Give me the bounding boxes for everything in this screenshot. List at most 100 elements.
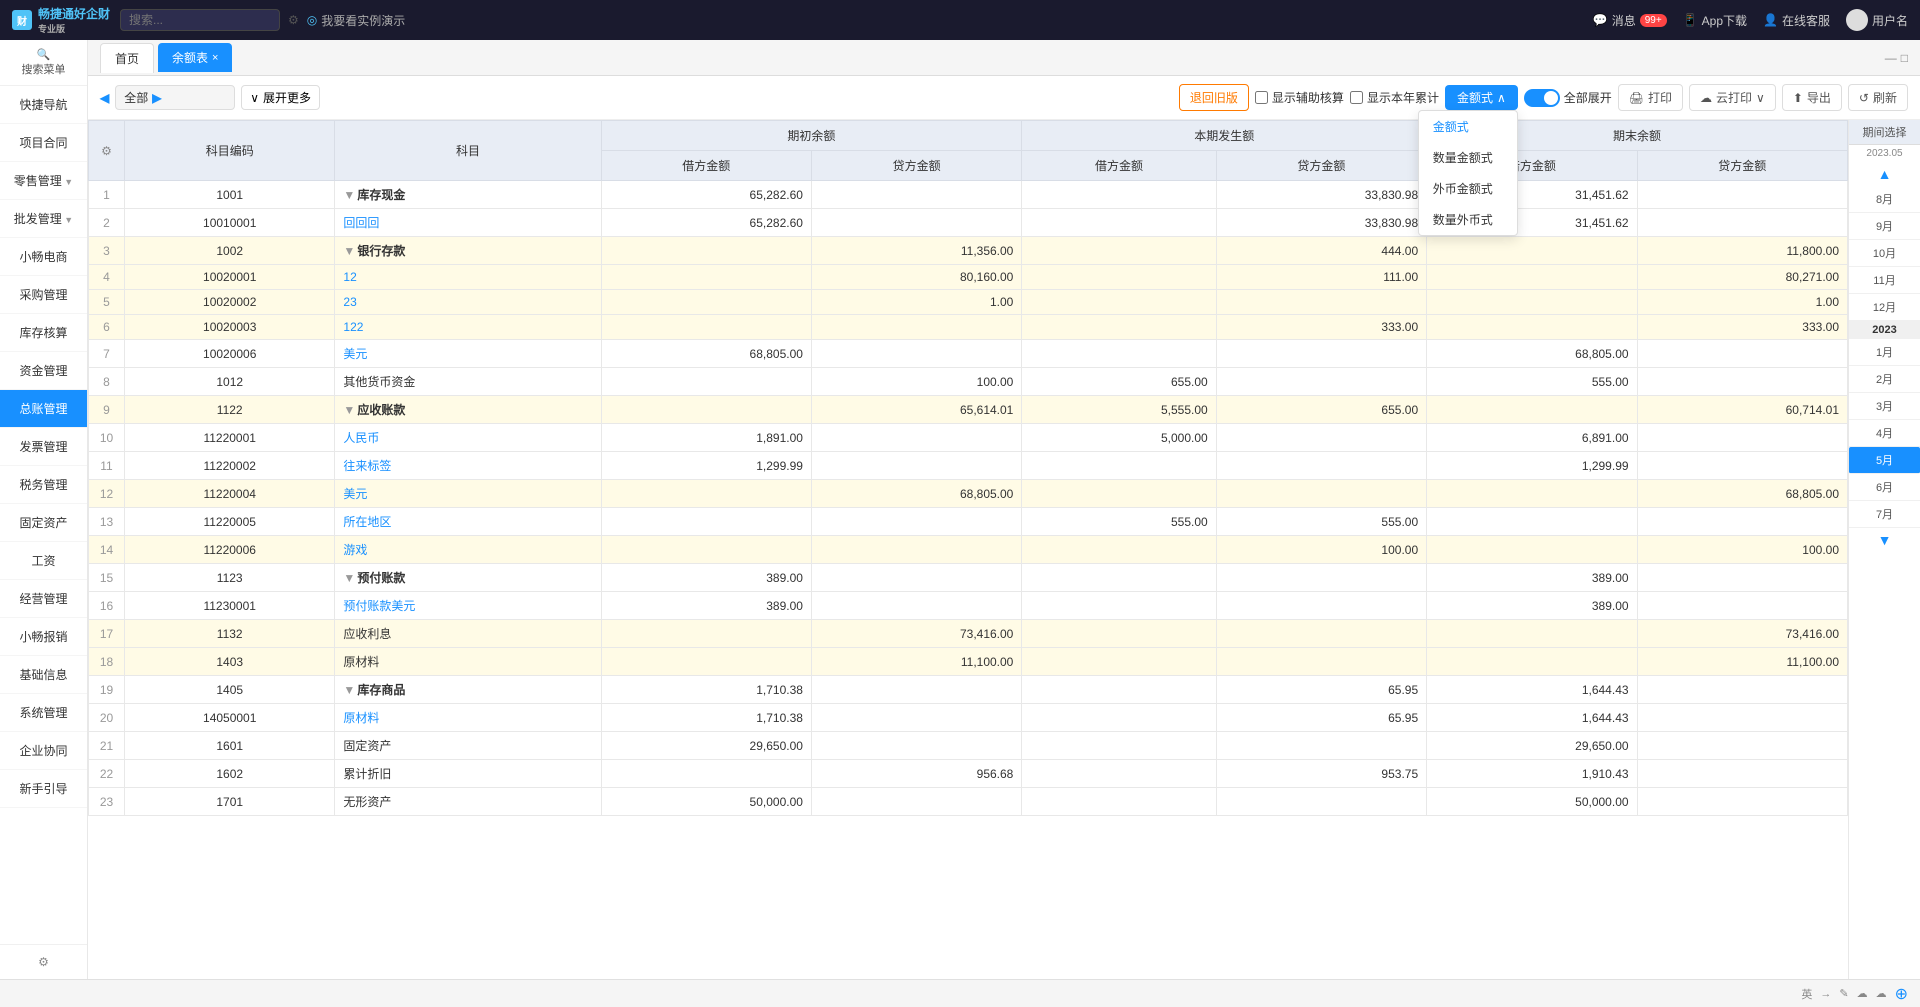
sidebar-item-purchase[interactable]: 采购管理	[0, 276, 87, 314]
sidebar-item-ecommerce[interactable]: 小畅电商	[0, 238, 87, 276]
tab-home[interactable]: 首页	[100, 43, 154, 73]
subject-link[interactable]: 美元	[343, 487, 367, 501]
sidebar-item-guide[interactable]: 新手引导	[0, 770, 87, 808]
subject-name[interactable]: 122	[335, 315, 601, 340]
subject-name[interactable]: 游戏	[335, 536, 601, 564]
period-month-2023-4月[interactable]: 4月	[1849, 420, 1920, 447]
subject-link[interactable]: 预付账款美元	[343, 599, 415, 613]
expand-all-toggle[interactable]: 全部展开	[1524, 89, 1612, 107]
period-month-2023-3月[interactable]: 3月	[1849, 393, 1920, 420]
message-btn[interactable]: 💬 消息 99+	[1593, 12, 1667, 29]
tab-balance-sheet[interactable]: 余额表 ×	[158, 43, 232, 72]
subject-name[interactable]: 原材料	[335, 704, 601, 732]
lang-icon[interactable]: 英	[1801, 986, 1812, 1002]
settings-icon[interactable]: ⚙	[288, 13, 299, 27]
subject-link[interactable]: 回回回	[343, 216, 379, 230]
edit-icon[interactable]: ✎	[1839, 987, 1848, 1000]
dropdown-item-amount[interactable]: 金额式	[1419, 111, 1517, 142]
sidebar-item-system[interactable]: 系统管理	[0, 694, 87, 732]
period-nav-up[interactable]: ▲	[1878, 166, 1892, 182]
sidebar-item-reports[interactable]: 小畅报销	[0, 618, 87, 656]
subject-name[interactable]: ▼应收账款	[335, 396, 601, 424]
amount-type-btn[interactable]: 金额式 ∧	[1445, 85, 1518, 110]
cloud-print-btn[interactable]: ☁ 云打印 ∨	[1689, 84, 1776, 111]
arrow-icon[interactable]: →	[1820, 988, 1831, 1000]
sidebar-item-project[interactable]: 项目合同	[0, 124, 87, 162]
period-month-11月[interactable]: 11月	[1849, 267, 1920, 294]
back-to-old-btn[interactable]: 退回旧版	[1179, 84, 1249, 111]
sidebar-item-salary[interactable]: 工资	[0, 542, 87, 580]
subject-link[interactable]: 12	[343, 270, 356, 284]
period-month-2023-2月[interactable]: 2月	[1849, 366, 1920, 393]
online-service-btn[interactable]: 👤 在线客服	[1763, 12, 1830, 29]
subject-link[interactable]: 23	[343, 295, 356, 309]
subject-name[interactable]: 原材料	[335, 648, 601, 676]
window-min-icon[interactable]: —	[1885, 51, 1897, 65]
period-month-2023-1月[interactable]: 1月	[1849, 339, 1920, 366]
period-nav-down[interactable]: ▼	[1878, 532, 1892, 548]
sidebar-item-tax[interactable]: 税务管理	[0, 466, 87, 504]
sidebar-item-inventory[interactable]: 库存核算	[0, 314, 87, 352]
breadcrumb-forward-icon[interactable]: ▶	[152, 91, 161, 105]
subject-name[interactable]: 预付账款美元	[335, 592, 601, 620]
sidebar-settings[interactable]: ⚙	[0, 944, 87, 979]
tab-close-icon[interactable]: ×	[212, 52, 218, 64]
period-month-2023-6月[interactable]: 6月	[1849, 474, 1920, 501]
subject-name[interactable]: ▼库存商品	[335, 676, 601, 704]
subject-link[interactable]: 122	[343, 320, 363, 334]
subject-link[interactable]: 游戏	[343, 543, 367, 557]
subject-name[interactable]: 所在地区	[335, 508, 601, 536]
subject-name[interactable]: 美元	[335, 480, 601, 508]
add-icon[interactable]: ⊕	[1895, 984, 1908, 1004]
subject-name[interactable]: 美元	[335, 340, 601, 368]
sidebar-item-wholesale[interactable]: 批发管理 ▼	[0, 200, 87, 238]
show-year-total-checkbox[interactable]: 显示本年累计	[1350, 89, 1439, 106]
sidebar-item-invoice[interactable]: 发票管理	[0, 428, 87, 466]
print-btn[interactable]: 🖨 打印	[1618, 84, 1683, 111]
subject-name[interactable]: 回回回	[335, 209, 601, 237]
sidebar-item-operations[interactable]: 经营管理	[0, 580, 87, 618]
subject-link[interactable]: 人民币	[343, 431, 379, 445]
dropdown-item-foreign-amount[interactable]: 外币金额式	[1419, 173, 1517, 204]
toggle-switch[interactable]	[1524, 89, 1560, 107]
user-avatar[interactable]: 用户名	[1846, 9, 1908, 31]
subject-name[interactable]: 应收利息	[335, 620, 601, 648]
sidebar-item-general_ledger[interactable]: 总账管理	[0, 390, 87, 428]
subject-name[interactable]: ▼库存现金	[335, 181, 601, 209]
period-month-9月[interactable]: 9月	[1849, 213, 1920, 240]
subject-name[interactable]: ▼银行存款	[335, 237, 601, 265]
subject-name[interactable]: 往来标签	[335, 452, 601, 480]
subject-name[interactable]: 12	[335, 265, 601, 290]
show-auxiliary-checkbox[interactable]: 显示辅助核算	[1255, 89, 1344, 106]
sidebar-item-quick-nav[interactable]: 快捷导航	[0, 86, 87, 124]
sidebar-item-finance[interactable]: 资金管理	[0, 352, 87, 390]
window-max-icon[interactable]: □	[1901, 51, 1908, 65]
sidebar-search[interactable]: 🔍 搜索菜单	[0, 40, 87, 86]
subject-link[interactable]: 美元	[343, 347, 367, 361]
col-settings[interactable]: ⚙	[89, 121, 125, 181]
dropdown-item-qty-foreign[interactable]: 数量外币式	[1419, 204, 1517, 235]
sidebar-item-basic[interactable]: 基础信息	[0, 656, 87, 694]
subject-name[interactable]: 固定资产	[335, 732, 601, 760]
subject-name[interactable]: 人民币	[335, 424, 601, 452]
dropdown-item-qty-amount[interactable]: 数量金额式	[1419, 142, 1517, 173]
breadcrumb-back-icon[interactable]: ◀	[100, 91, 109, 105]
subject-link[interactable]: 原材料	[343, 711, 379, 725]
period-month-2023-7月[interactable]: 7月	[1849, 501, 1920, 528]
top-search-input[interactable]	[120, 9, 280, 31]
cloud-sync-icon[interactable]: ☁	[1857, 987, 1868, 1000]
subject-name[interactable]: ▼预付账款	[335, 564, 601, 592]
period-month-8月[interactable]: 8月	[1849, 186, 1920, 213]
expand-more-btn[interactable]: ∨ 展开更多	[241, 85, 320, 110]
subject-name[interactable]: 累计折旧	[335, 760, 601, 788]
sidebar-item-cooperation[interactable]: 企业协同	[0, 732, 87, 770]
sidebar-item-retail[interactable]: 零售管理 ▼	[0, 162, 87, 200]
subject-link[interactable]: 往来标签	[343, 459, 391, 473]
sidebar-item-fixed_assets[interactable]: 固定资产	[0, 504, 87, 542]
subject-name[interactable]: 无形资产	[335, 788, 601, 816]
refresh-btn[interactable]: ↺ 刷新	[1848, 84, 1908, 111]
subject-link[interactable]: 所在地区	[343, 515, 391, 529]
subject-name[interactable]: 23	[335, 290, 601, 315]
period-month-10月[interactable]: 10月	[1849, 240, 1920, 267]
export-btn[interactable]: ⬆ 导出	[1782, 84, 1842, 111]
